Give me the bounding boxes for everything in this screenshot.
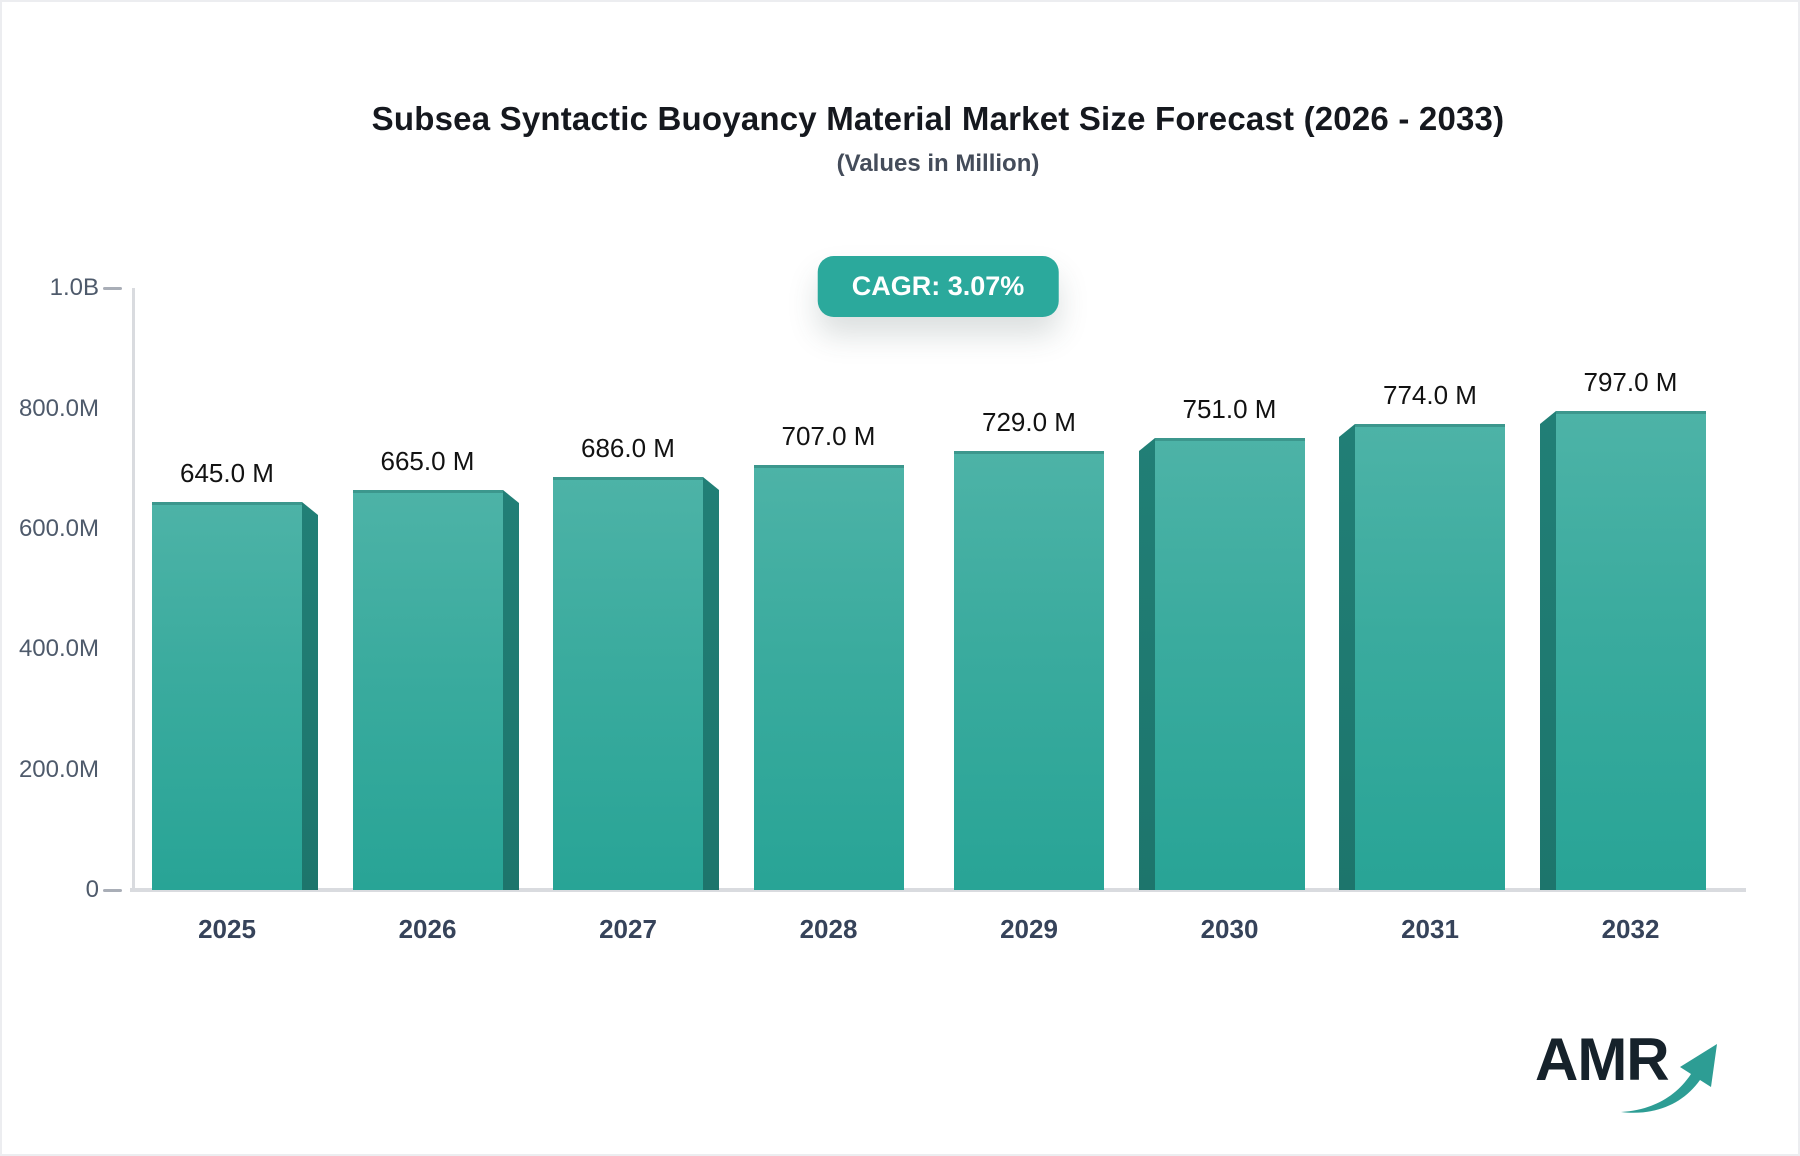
bar-value-label: 665.0 M xyxy=(380,446,475,476)
bar-value-label: 774.0 M xyxy=(1383,380,1477,410)
bar-3d-side xyxy=(703,477,719,890)
bar xyxy=(152,502,302,890)
bar-value-label: 707.0 M xyxy=(781,421,876,451)
chart-header: Subsea Syntactic Buoyancy Material Marke… xyxy=(132,2,1744,317)
bar xyxy=(954,451,1104,890)
bar xyxy=(1556,411,1706,890)
y-axis-tick-dash xyxy=(103,287,122,291)
x-axis-tick-label: 2027 xyxy=(599,914,657,944)
y-axis-tick-label: 200.0M xyxy=(18,755,99,783)
x-axis-tick-label: 2029 xyxy=(1000,914,1058,944)
chart-subtitle: (Values in Million) xyxy=(836,150,1040,177)
y-axis-tick-label: 1.0B xyxy=(49,274,99,302)
bar-3d-side xyxy=(1339,424,1355,890)
y-axis-tick-label: 400.0M xyxy=(18,635,99,663)
chart-title: Subsea Syntactic Buoyancy Material Marke… xyxy=(371,100,1505,137)
x-axis-tick-label: 2030 xyxy=(1200,914,1259,944)
amr-logo: AMR xyxy=(1535,1030,1745,1120)
bar xyxy=(553,477,703,890)
x-axis-tick-label: 2026 xyxy=(398,914,457,944)
y-axis-tick-label: 0 xyxy=(85,876,99,903)
bar-value-label: 729.0 M xyxy=(982,407,1076,437)
bar xyxy=(353,490,503,890)
growth-arrow-icon xyxy=(1621,1044,1717,1113)
bar-3d-side xyxy=(503,490,519,890)
chart-page: 645.0 M 665.0 M 686.0 M 707.0 M 729.0 M 751.0… xyxy=(0,0,1800,1156)
bar-value-label: 645.0 M xyxy=(180,458,274,488)
bar-3d-side xyxy=(1540,411,1556,890)
x-axis-tick-label: 2028 xyxy=(799,914,858,944)
x-axis-tick-label: 2032 xyxy=(1601,914,1660,944)
bar xyxy=(754,465,904,890)
bar xyxy=(1155,438,1305,890)
bar-value-label: 686.0 M xyxy=(581,433,675,463)
bar-value-label: 751.0 M xyxy=(1182,394,1277,424)
bar-value-label: 797.0 M xyxy=(1583,367,1678,397)
y-axis-tick-label: 800.0M xyxy=(18,394,99,422)
cagr-badge: CAGR: 3.07% xyxy=(817,256,1059,317)
bar xyxy=(1355,424,1505,890)
y-axis-tick-label: 600.0M xyxy=(18,515,99,543)
y-axis-line xyxy=(132,288,135,890)
bar-3d-side xyxy=(302,502,318,890)
x-axis-tick-label: 2025 xyxy=(198,914,256,944)
bar-3d-side xyxy=(1139,438,1155,890)
x-axis-tick-label: 2031 xyxy=(1401,914,1459,944)
y-axis-tick-dash xyxy=(103,889,122,892)
